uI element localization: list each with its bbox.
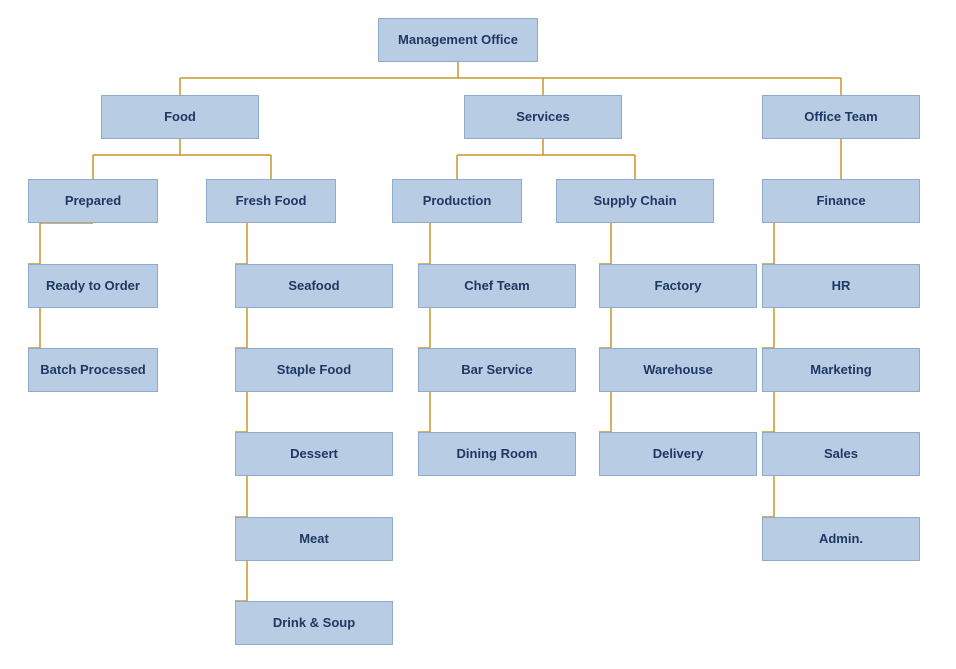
node-services: Services [464, 95, 622, 139]
node-marketing: Marketing [762, 348, 920, 392]
node-drink_soup: Drink & Soup [235, 601, 393, 645]
node-chef_team: Chef Team [418, 264, 576, 308]
node-delivery: Delivery [599, 432, 757, 476]
node-dining_room: Dining Room [418, 432, 576, 476]
node-batch_processed: Batch Processed [28, 348, 158, 392]
node-factory: Factory [599, 264, 757, 308]
node-office_team: Office Team [762, 95, 920, 139]
node-meat: Meat [235, 517, 393, 561]
org-chart: Management Office Food Services Office Team… [0, 0, 956, 669]
node-management_office: Management Office [378, 18, 538, 62]
node-hr: HR [762, 264, 920, 308]
node-bar_service: Bar Service [418, 348, 576, 392]
node-dessert: Dessert [235, 432, 393, 476]
node-fresh_food: Fresh Food [206, 179, 336, 223]
node-seafood: Seafood [235, 264, 393, 308]
node-supply_chain: Supply Chain [556, 179, 714, 223]
node-prepared: Prepared [28, 179, 158, 223]
node-admin: Admin. [762, 517, 920, 561]
node-finance: Finance [762, 179, 920, 223]
node-warehouse: Warehouse [599, 348, 757, 392]
node-ready_to_order: Ready to Order [28, 264, 158, 308]
node-food: Food [101, 95, 259, 139]
node-production: Production [392, 179, 522, 223]
node-sales: Sales [762, 432, 920, 476]
node-staple_food: Staple Food [235, 348, 393, 392]
